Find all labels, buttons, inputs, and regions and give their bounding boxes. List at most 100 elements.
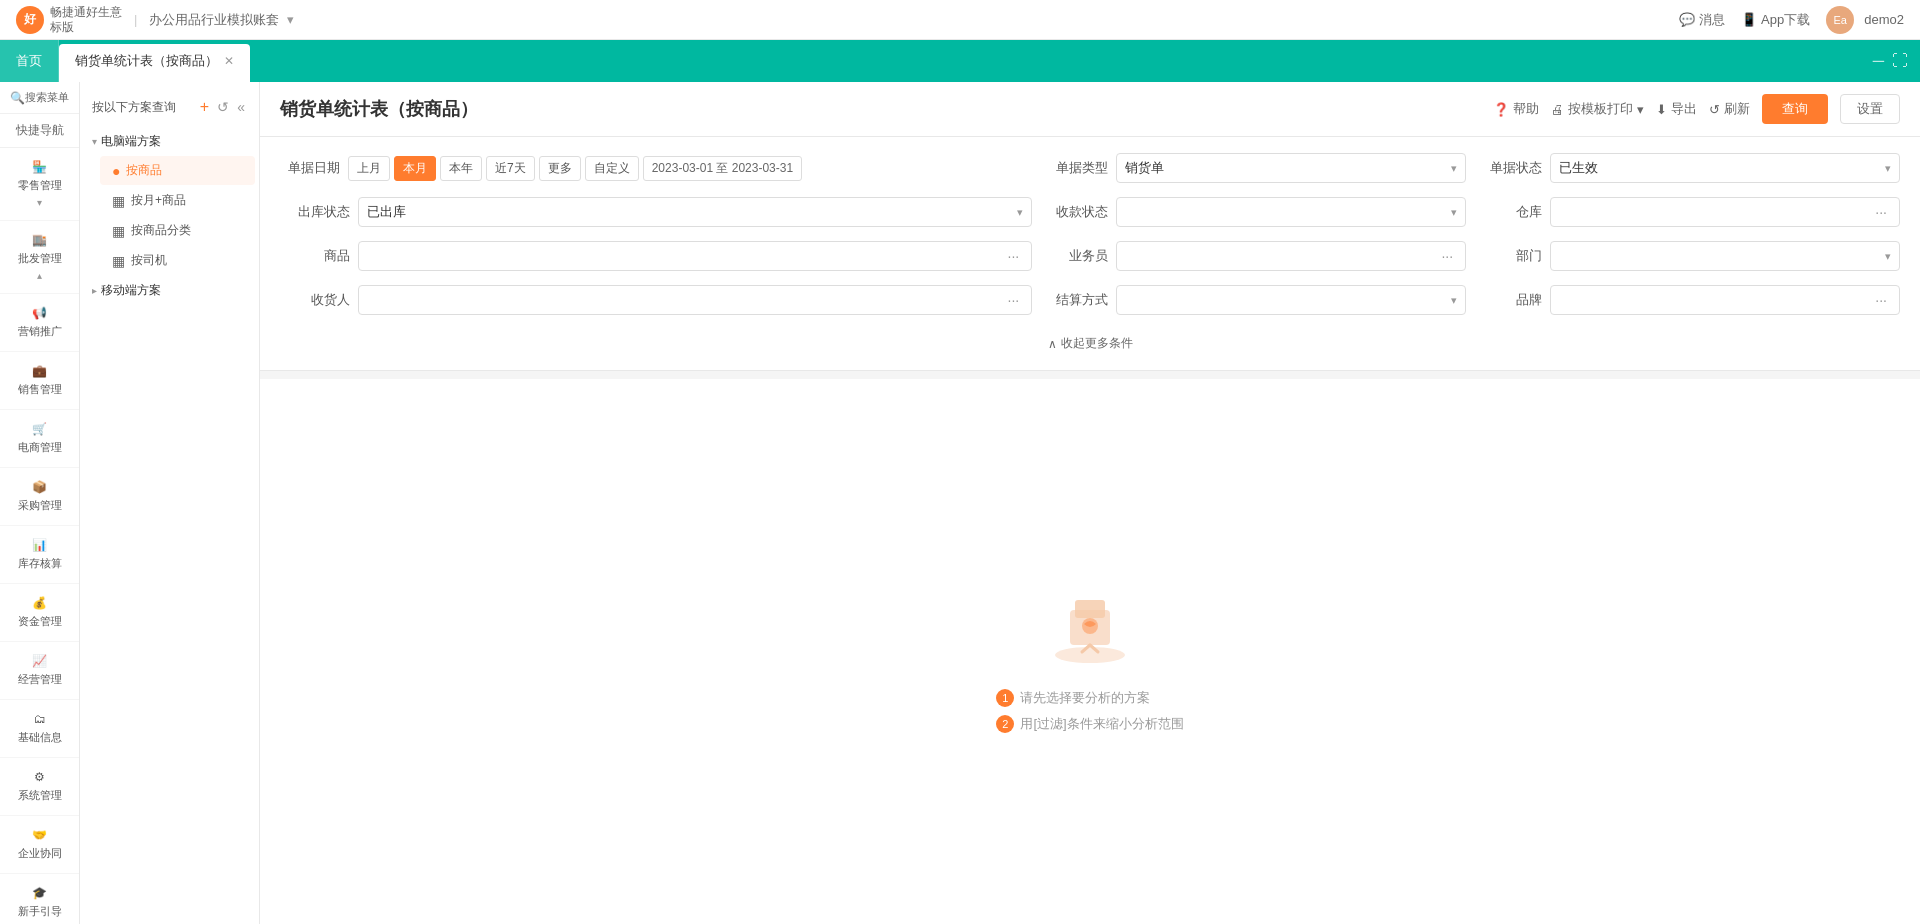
sidebar-icon-sales: 💼	[32, 364, 47, 378]
out-status-select[interactable]: 已出库 ▾	[358, 197, 1032, 227]
sidebar-item-purchase[interactable]: 📦 采购管理	[0, 468, 79, 526]
sidebar-item-operations[interactable]: 📈 经营管理	[0, 642, 79, 700]
tree-item-icon-driver: ▦	[112, 253, 125, 269]
maximize-icon[interactable]: ⛶	[1892, 52, 1908, 70]
date-field: 单据日期 上月 本月 本年 近7天 更多 自定义 2023-03-01 至 20…	[280, 156, 1032, 181]
form-area: 销货单统计表（按商品） ❓ 帮助 🖨 按模板打印 ▾ ⬇	[260, 82, 1920, 924]
print-btn[interactable]: 🖨 按模板打印 ▾	[1551, 100, 1644, 118]
tree-group-mobile-title[interactable]: ▸ 移动端方案	[80, 277, 259, 304]
workspace-name: 办公用品行业模拟账套	[149, 11, 279, 29]
salesperson-dots-icon[interactable]: ···	[1437, 248, 1457, 264]
sidebar-icon-operations: 📈	[32, 654, 47, 668]
doc-status-select[interactable]: 已生效 ▾	[1550, 153, 1900, 183]
settle-select[interactable]: ▾	[1116, 285, 1466, 315]
payment-select[interactable]: ▾	[1116, 197, 1466, 227]
message-icon: 💬	[1679, 12, 1695, 27]
tree-item-by-goods[interactable]: ● 按商品	[100, 156, 255, 185]
help-label: 帮助	[1513, 100, 1539, 118]
setting-button[interactable]: 设置	[1840, 94, 1900, 124]
date-range-text: 2023-03-01 至 2023-03-31	[652, 160, 793, 177]
sidebar-item-finance[interactable]: 💰 资金管理	[0, 584, 79, 642]
sidebar-item-guide[interactable]: 🎓 新手引导	[0, 874, 79, 924]
tree-item-by-month-goods[interactable]: ▦ 按月+商品	[100, 186, 255, 215]
tip-num-1: 1	[996, 689, 1014, 707]
sidebar-label-ecommerce: 电商管理	[18, 440, 62, 455]
receiver-select[interactable]: ···	[358, 285, 1032, 315]
sidebar-item-inventory[interactable]: 📊 库存核算	[0, 526, 79, 584]
sidebar-item-marketing[interactable]: 📢 营销推广	[0, 294, 79, 352]
help-btn[interactable]: ❓ 帮助	[1493, 100, 1539, 118]
tree-group-pc-children: ● 按商品 ▦ 按月+商品 ▦ 按商品分类 ▦	[80, 156, 259, 275]
svg-point-0	[1055, 647, 1125, 663]
sidebar-shortcut[interactable]: 快捷导航	[0, 114, 79, 148]
collapse-arrow-icon: ∧	[1048, 337, 1057, 351]
settle-field: 结算方式 ▾	[1048, 285, 1466, 315]
collapse-row[interactable]: ∧ 收起更多条件	[280, 329, 1900, 354]
sidebar-item-collab[interactable]: 🤝 企业协同	[0, 816, 79, 874]
dept-select[interactable]: ▾	[1550, 241, 1900, 271]
scheme-tree: ▾ 电脑端方案 ● 按商品 ▦ 按月+商品 ▦	[80, 124, 259, 310]
tab-report[interactable]: 销货单统计表（按商品） ✕	[59, 44, 250, 82]
doc-type-select[interactable]: 销货单 ▾	[1116, 153, 1466, 183]
user-area[interactable]: Ea demo2	[1826, 6, 1904, 34]
sidebar-icon-guide: 🎓	[32, 886, 47, 900]
topbar: 好 畅捷通好生意 标版 | 办公用品行业模拟账套 ▾ 💬 消息 📱 App下载 …	[0, 0, 1920, 40]
sidebar-icon-inventory: 📊	[32, 538, 47, 552]
sidebar-item-retail[interactable]: 🏪 零售管理 ▾	[0, 148, 79, 221]
warehouse-select[interactable]: ···	[1550, 197, 1900, 227]
warehouse-dots-icon[interactable]: ···	[1871, 204, 1891, 220]
query-button[interactable]: 查询	[1762, 94, 1828, 124]
sidebar-label-finance: 资金管理	[18, 614, 62, 629]
sidebar-icon-retail: 🏪	[32, 160, 47, 174]
tree-item-by-driver[interactable]: ▦ 按司机	[100, 246, 255, 275]
minimize-icon[interactable]: ─	[1873, 52, 1884, 70]
sidebar-search[interactable]: 🔍 搜索菜单	[0, 82, 79, 114]
message-btn[interactable]: 💬 消息	[1679, 11, 1725, 29]
scheme-refresh-icon[interactable]: ↺	[215, 97, 231, 117]
sidebar-item-basics[interactable]: 🗂 基础信息	[0, 700, 79, 758]
date-btn-custom[interactable]: 自定义	[585, 156, 639, 181]
sidebar-icon-marketing: 📢	[32, 306, 47, 320]
tab-home[interactable]: 首页	[0, 40, 59, 82]
tree-group-pc-title[interactable]: ▾ 电脑端方案	[80, 128, 259, 155]
refresh-btn[interactable]: ↺ 刷新	[1709, 100, 1750, 118]
sidebar-icon-ecommerce: 🛒	[32, 422, 47, 436]
doc-type-chevron: ▾	[1451, 162, 1457, 175]
app-download-btn[interactable]: 📱 App下载	[1741, 11, 1810, 29]
page-header: 销货单统计表（按商品） ❓ 帮助 🖨 按模板打印 ▾ ⬇	[260, 82, 1920, 137]
sidebar-item-ecommerce[interactable]: 🛒 电商管理	[0, 410, 79, 468]
dept-field: 部门 ▾	[1482, 241, 1900, 271]
brand-select[interactable]: ···	[1550, 285, 1900, 315]
goods-select[interactable]: ···	[358, 241, 1032, 271]
date-range-display[interactable]: 2023-03-01 至 2023-03-31	[643, 156, 802, 181]
scheme-panel-title: 按以下方案查询	[92, 99, 194, 116]
date-btn-this-year[interactable]: 本年	[440, 156, 482, 181]
sidebar-item-wholesale[interactable]: 🏬 批发管理 ▴	[0, 221, 79, 294]
tree-group-pc: ▾ 电脑端方案 ● 按商品 ▦ 按月+商品 ▦	[80, 128, 259, 275]
brand-dots-icon[interactable]: ···	[1871, 292, 1891, 308]
date-btn-last-month[interactable]: 上月	[348, 156, 390, 181]
salesperson-select[interactable]: ···	[1116, 241, 1466, 271]
sidebar-item-system[interactable]: ⚙ 系统管理	[0, 758, 79, 816]
date-btn-more[interactable]: 更多	[539, 156, 581, 181]
salesperson-label: 业务员	[1048, 247, 1108, 265]
doc-status-chevron: ▾	[1885, 162, 1891, 175]
scheme-collapse-icon[interactable]: «	[235, 97, 247, 117]
sidebar-label-basics: 基础信息	[18, 730, 62, 745]
tab-close-icon[interactable]: ✕	[224, 54, 234, 68]
export-label: 导出	[1671, 100, 1697, 118]
doc-status-label: 单据状态	[1482, 159, 1542, 177]
tip-num-2: 2	[996, 715, 1014, 733]
date-btn-this-month[interactable]: 本月	[394, 156, 436, 181]
goods-dots-icon[interactable]: ···	[1004, 248, 1024, 264]
scheme-add-btn[interactable]: +	[198, 96, 211, 118]
export-btn[interactable]: ⬇ 导出	[1656, 100, 1697, 118]
empty-svg	[1040, 570, 1140, 670]
tree-item-by-category[interactable]: ▦ 按商品分类	[100, 216, 255, 245]
workspace-chevron[interactable]: ▾	[287, 12, 294, 27]
date-btn-7days[interactable]: 近7天	[486, 156, 535, 181]
topbar-right: 💬 消息 📱 App下载 Ea demo2	[1679, 6, 1904, 34]
receiver-dots-icon[interactable]: ···	[1004, 292, 1024, 308]
sidebar-icon-purchase: 📦	[32, 480, 47, 494]
sidebar-item-sales[interactable]: 💼 销售管理	[0, 352, 79, 410]
